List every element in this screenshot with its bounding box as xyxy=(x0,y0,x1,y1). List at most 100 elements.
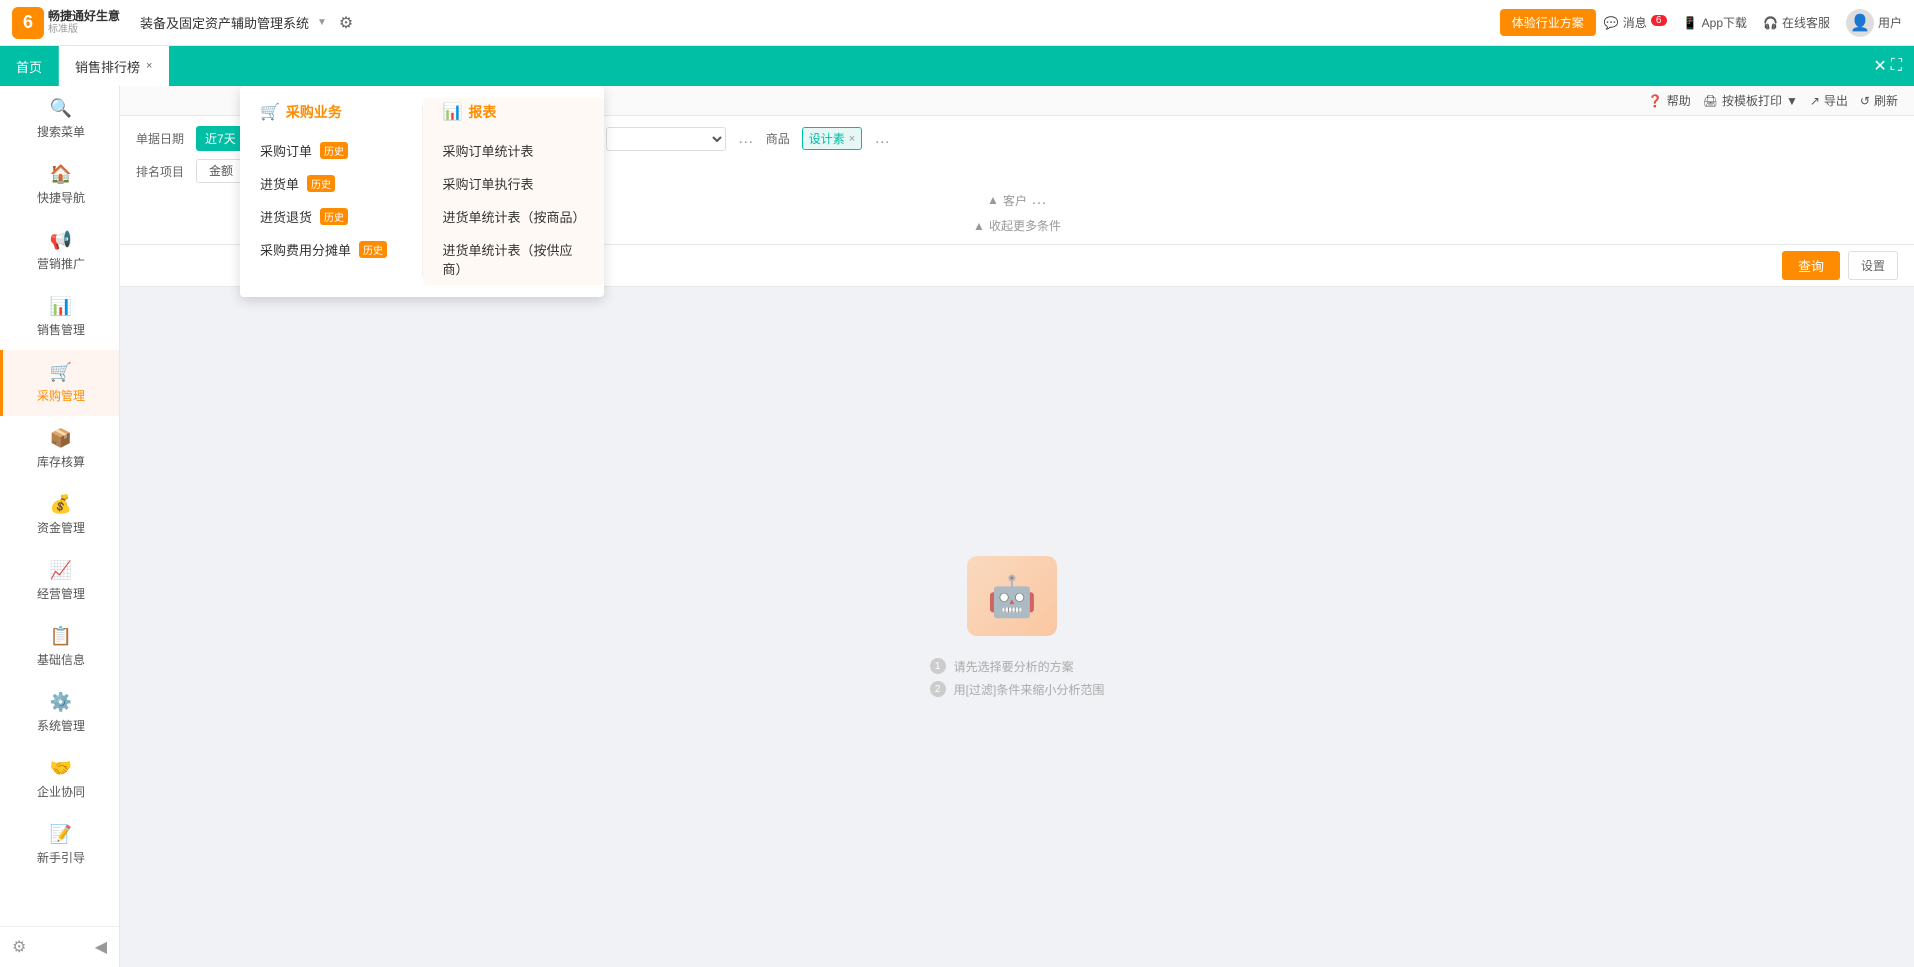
home-icon: 🏠 xyxy=(50,164,72,185)
system-name: 装备及固定资产辅助管理系统 ▼ ⚙ xyxy=(140,13,1492,33)
purchase-expense-badge: 历史 xyxy=(359,241,387,258)
sidebar-item-label: 企业协同 xyxy=(37,783,85,800)
logo-text: 畅捷通好生意 标准版 xyxy=(48,9,120,35)
rank-label: 排名项目 xyxy=(136,163,184,180)
sidebar-item-enterprise[interactable]: 🤝 企业协同 xyxy=(0,746,119,812)
menu-item-goods-stats-by-supplier[interactable]: 进货单统计表（按供应商） xyxy=(435,233,593,285)
content-area: ❓ 帮助 🖨 按模板打印 ▼ ↗ 导出 ↺ 刷新 单据日期 近7天 xyxy=(120,86,1914,967)
logo-icon: 6 xyxy=(12,7,44,39)
menu-item-purchase-order-stats[interactable]: 采购订单统计表 xyxy=(435,134,593,167)
tab-actions: ✕ ⛶ xyxy=(1873,56,1914,76)
menu-item-purchase-order-exec[interactable]: 采购订单执行表 xyxy=(435,167,593,200)
sidebar-item-label: 营销推广 xyxy=(37,255,85,272)
logo-main: 畅捷通好生意 xyxy=(48,9,120,23)
purchase-business-section: 🛒 采购业务 采购订单 历史 进货单 历史 进货退货 历史 xyxy=(240,98,422,285)
sidebar-item-label: 销售管理 xyxy=(37,321,85,338)
menu-item-label: 进货退货 xyxy=(260,207,312,226)
date-7days-btn[interactable]: 近7天 xyxy=(196,126,245,151)
top-right-actions: 💬 消息 6 📱 App下载 🎧 在线客服 👤 用户 xyxy=(1604,9,1902,37)
nav-tabs: 首页 销售排行榜 × ✕ ⛶ xyxy=(0,46,1914,86)
sidebar-item-search[interactable]: 🔍 搜索菜单 xyxy=(0,86,119,152)
sidebar-item-label: 资金管理 xyxy=(37,519,85,536)
goods-return-badge: 历史 xyxy=(320,208,348,225)
menu-item-label: 进货单 xyxy=(260,174,299,193)
top-bar: 6 畅捷通好生意 标准版 装备及固定资产辅助管理系统 ▼ ⚙ 体验行业方案 💬 … xyxy=(0,0,1914,46)
tab-home[interactable]: 首页 xyxy=(0,46,59,86)
sidebar-settings-icon[interactable]: ⚙ xyxy=(12,937,26,957)
basic-icon: 📋 xyxy=(50,626,72,647)
menu-item-label: 进货单统计表（按商品） xyxy=(443,207,585,226)
menu-overlay: 🛒 采购业务 采购订单 历史 进货单 历史 进货退货 历史 xyxy=(240,86,1914,967)
message-badge: 6 xyxy=(1651,15,1667,26)
reports-section: 📊 报表 采购订单统计表 采购订单执行表 进货单统计表（按商品） 进货单统计表（… xyxy=(423,98,605,285)
sidebar-item-quick-nav[interactable]: 🏠 快捷导航 xyxy=(0,152,119,218)
message-btn[interactable]: 💬 消息 6 xyxy=(1604,14,1667,31)
menu-item-goods-return[interactable]: 进货退货 历史 xyxy=(252,200,410,233)
app-download-btn[interactable]: 📱 App下载 xyxy=(1683,14,1747,31)
logo-sub: 标准版 xyxy=(48,24,120,36)
menu-item-purchase-expense[interactable]: 采购费用分摊单 历史 xyxy=(252,233,410,266)
guide-icon: 📝 xyxy=(50,824,72,845)
sidebar-collapse-icon[interactable]: ◀ xyxy=(95,937,107,957)
sidebar-item-sales[interactable]: 📊 销售管理 xyxy=(0,284,119,350)
search-icon: 🔍 xyxy=(50,98,72,119)
tab-close-icon[interactable]: × xyxy=(146,60,152,72)
menu-item-label: 采购订单统计表 xyxy=(443,141,534,160)
purchase-order-badge: 历史 xyxy=(320,142,348,159)
sidebar-item-guide[interactable]: 📝 新手引导 xyxy=(0,812,119,878)
sidebar-item-system[interactable]: ⚙️ 系统管理 xyxy=(0,680,119,746)
phone-icon: 📱 xyxy=(1683,16,1698,30)
sidebar: 🔍 搜索菜单 🏠 快捷导航 📢 营销推广 📊 销售管理 🛒 采购管理 📦 库存核… xyxy=(0,86,120,967)
menu-item-label: 采购订单 xyxy=(260,141,312,160)
purchase-section-title: 🛒 采购业务 xyxy=(252,98,410,130)
user-btn[interactable]: 👤 用户 xyxy=(1846,9,1902,37)
tab-sales-rank[interactable]: 销售排行榜 × xyxy=(59,46,169,86)
sidebar-item-label: 库存核算 xyxy=(37,453,85,470)
sidebar-item-operations[interactable]: 📈 经营管理 xyxy=(0,548,119,614)
sidebar-item-label: 经营管理 xyxy=(37,585,85,602)
operations-icon: 📈 xyxy=(50,560,72,581)
sidebar-item-label: 采购管理 xyxy=(37,387,85,404)
purchase-section-icon: 🛒 xyxy=(260,102,280,122)
close-tab-btn[interactable]: ✕ xyxy=(1873,56,1886,76)
marketing-icon: 📢 xyxy=(50,230,72,251)
menu-item-goods-receipt[interactable]: 进货单 历史 xyxy=(252,167,410,200)
sidebar-item-label: 基础信息 xyxy=(37,651,85,668)
goods-receipt-badge: 历史 xyxy=(307,175,335,192)
sidebar-item-inventory[interactable]: 📦 库存核算 xyxy=(0,416,119,482)
menu-item-label: 采购订单执行表 xyxy=(443,174,534,193)
sidebar-item-label: 搜索菜单 xyxy=(37,123,85,140)
finance-icon: 💰 xyxy=(50,494,72,515)
inventory-icon: 📦 xyxy=(50,428,72,449)
industry-btn[interactable]: 体验行业方案 xyxy=(1500,9,1596,36)
sidebar-item-label: 系统管理 xyxy=(37,717,85,734)
message-icon: 💬 xyxy=(1604,16,1619,30)
menu-item-label: 进货单统计表（按供应商） xyxy=(443,240,585,278)
online-service-btn[interactable]: 🎧 在线客服 xyxy=(1763,14,1830,31)
settings-icon[interactable]: ⚙ xyxy=(339,13,353,33)
system-chevron-icon[interactable]: ▼ xyxy=(317,17,327,28)
logo-area: 6 畅捷通好生意 标准版 xyxy=(12,7,132,39)
sidebar-item-basic[interactable]: 📋 基础信息 xyxy=(0,614,119,680)
sidebar-item-label: 快捷导航 xyxy=(37,189,85,206)
sidebar-item-finance[interactable]: 💰 资金管理 xyxy=(0,482,119,548)
system-icon: ⚙️ xyxy=(50,692,72,713)
avatar: 👤 xyxy=(1846,9,1874,37)
sidebar-item-label: 新手引导 xyxy=(37,849,85,866)
menu-item-goods-stats-by-product[interactable]: 进货单统计表（按商品） xyxy=(435,200,593,233)
reports-section-title: 📊 报表 xyxy=(435,98,593,130)
sidebar-item-marketing[interactable]: 📢 营销推广 xyxy=(0,218,119,284)
sidebar-bottom: ⚙ ◀ xyxy=(0,926,119,967)
headset-icon: 🎧 xyxy=(1763,16,1778,30)
purchase-dropdown-menu: 🛒 采购业务 采购订单 历史 进货单 历史 进货退货 历史 xyxy=(240,86,604,297)
reports-section-icon: 📊 xyxy=(443,102,463,122)
main-layout: 🔍 搜索菜单 🏠 快捷导航 📢 营销推广 📊 销售管理 🛒 采购管理 📦 库存核… xyxy=(0,86,1914,967)
menu-item-label: 采购费用分摊单 xyxy=(260,240,351,259)
sales-icon: 📊 xyxy=(50,296,72,317)
date-label: 单据日期 xyxy=(136,130,184,147)
purchase-icon: 🛒 xyxy=(50,362,72,383)
enterprise-icon: 🤝 xyxy=(50,758,72,779)
sidebar-item-purchase[interactable]: 🛒 采购管理 xyxy=(0,350,119,416)
menu-item-purchase-order[interactable]: 采购订单 历史 xyxy=(252,134,410,167)
maximize-btn[interactable]: ⛶ xyxy=(1891,57,1902,75)
